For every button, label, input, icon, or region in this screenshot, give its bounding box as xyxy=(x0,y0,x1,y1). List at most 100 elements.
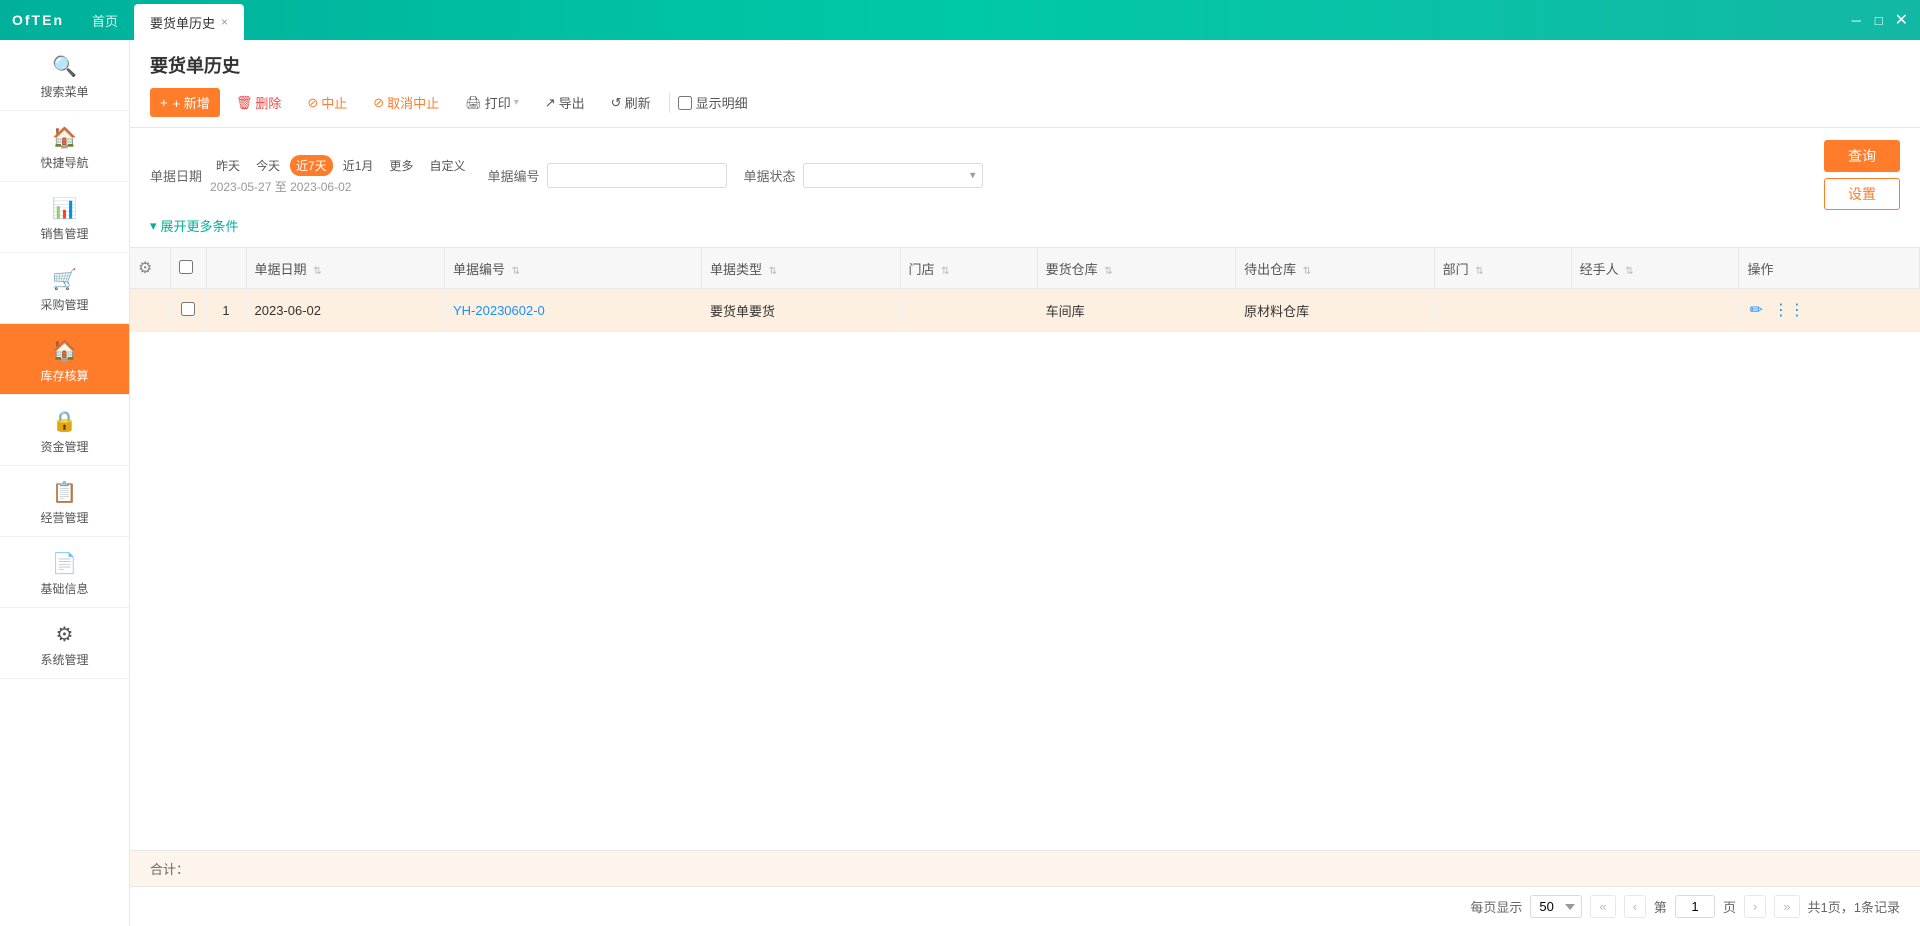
content-area: 要货单历史 + + 新增 🗑 删除 ⊘ 中止 ⊘ 取消中止 xyxy=(130,40,1920,926)
total-records-text: 共1页，1条记录 xyxy=(1808,897,1900,916)
quick-nav-icon: 🏠 xyxy=(52,125,77,150)
main-layout: 🔍 搜索菜单 🏠 快捷导航 📊 销售管理 🛒 采购管理 🏠 库存核算 🔒 资金管… xyxy=(0,40,1920,926)
th-doc-type: 单据类型 ⇅ xyxy=(702,248,901,289)
last-page-button[interactable]: » xyxy=(1774,895,1799,918)
sort-icon-doc-date[interactable]: ⇅ xyxy=(313,266,321,277)
sidebar-item-quick-nav[interactable]: 🏠 快捷导航 xyxy=(0,111,129,182)
table-header: ⚙ 单据日期 ⇅ 单据编号 ⇅ xyxy=(130,248,1920,289)
refresh-icon: ↺ xyxy=(611,95,622,111)
filter-doc-no-input[interactable] xyxy=(547,163,727,188)
sidebar-item-finance-mgmt[interactable]: 🔒 资金管理 xyxy=(0,395,129,466)
expand-icon: ▾ xyxy=(150,218,157,234)
row-checkbox[interactable] xyxy=(181,302,195,316)
select-all-checkbox[interactable] xyxy=(179,260,193,274)
filter-row: 单据日期 昨天 今天 近7天 近1月 更多 自定义 2023-05-27 至 2… xyxy=(150,140,1900,210)
delete-button[interactable]: 🗑 删除 xyxy=(226,88,292,117)
brand-logo: OfTEn xyxy=(0,12,76,28)
date-shortcuts-container: 昨天 今天 近7天 近1月 更多 自定义 2023-05-27 至 2023-0… xyxy=(210,155,471,195)
top-tabs: 首页 要货单历史 × xyxy=(76,0,244,40)
page-number-input[interactable] xyxy=(1675,895,1715,918)
first-page-button[interactable]: « xyxy=(1590,895,1615,918)
print-button[interactable]: 🖨 打印 ▾ xyxy=(455,88,529,117)
page-title: 要货单历史 xyxy=(150,52,1900,78)
sidebar-item-sales-mgmt[interactable]: 📊 销售管理 xyxy=(0,182,129,253)
sidebar-item-system-mgmt[interactable]: ⚙ 系统管理 xyxy=(0,608,129,679)
sort-icon-doc-type[interactable]: ⇅ xyxy=(769,266,777,277)
new-button[interactable]: + + 新增 xyxy=(150,88,220,117)
th-handler: 经手人 ⇅ xyxy=(1571,248,1739,289)
show-detail-toggle[interactable]: 显示明细 xyxy=(678,93,748,112)
sort-icon-pending-warehouse[interactable]: ⇅ xyxy=(1303,266,1311,277)
td-row-ops: ✏ ⋮⋮ xyxy=(1739,289,1920,332)
query-button[interactable]: 查询 xyxy=(1824,140,1900,172)
stop-button[interactable]: ⊘ 中止 xyxy=(297,88,357,117)
filter-group-doc-status: 单据状态 xyxy=(743,163,983,188)
prev-page-button[interactable]: ‹ xyxy=(1624,895,1646,918)
minimize-icon[interactable]: － xyxy=(1850,11,1863,30)
sort-icon-req-warehouse[interactable]: ⇅ xyxy=(1104,266,1112,277)
filter-actions: 查询 设置 xyxy=(1824,140,1900,210)
th-operations: 操作 xyxy=(1739,248,1920,289)
sort-icon-department[interactable]: ⇅ xyxy=(1475,266,1483,277)
table-area: ⚙ 单据日期 ⇅ 单据编号 ⇅ xyxy=(130,248,1920,850)
filter-date-label: 单据日期 xyxy=(150,166,202,185)
doc-no-link[interactable]: YH-20230602-0 xyxy=(453,303,545,318)
page-unit-label: 页 xyxy=(1723,897,1736,916)
sidebar-label-quick-nav: 快捷导航 xyxy=(40,154,88,171)
td-row-index: 1 xyxy=(206,289,246,332)
filter-group-date: 单据日期 昨天 今天 近7天 近1月 更多 自定义 2023-05-27 至 2… xyxy=(150,155,471,195)
next-page-button[interactable]: › xyxy=(1744,895,1766,918)
page-size-select[interactable]: 50 20 100 200 xyxy=(1530,895,1582,918)
tab-purchase-order-history[interactable]: 要货单历史 × xyxy=(134,4,244,40)
th-settings: ⚙ xyxy=(130,248,170,289)
td-store xyxy=(900,289,1037,332)
sidebar-item-basic-info[interactable]: 📄 基础信息 xyxy=(0,537,129,608)
date-shortcut-custom[interactable]: 自定义 xyxy=(423,155,471,176)
th-checkbox xyxy=(170,248,206,289)
table-row: 1 2023-06-02 YH-20230602-0 要货单要货 车间库 原材料… xyxy=(130,289,1920,332)
expand-more-btn[interactable]: ▾ 展开更多条件 xyxy=(150,216,1900,235)
show-detail-checkbox[interactable] xyxy=(678,96,692,110)
close-icon[interactable]: ✕ xyxy=(1895,10,1908,30)
td-doc-no: YH-20230602-0 xyxy=(445,289,702,332)
table-footer: 合计： xyxy=(130,850,1920,886)
column-settings-gear-icon[interactable]: ⚙ xyxy=(138,260,152,277)
tab-home[interactable]: 首页 xyxy=(76,0,134,40)
pagination-bar: 每页显示 50 20 100 200 « ‹ 第 页 › » 共1页，1条记录 xyxy=(130,886,1920,926)
td-req-warehouse: 车间库 xyxy=(1037,289,1236,332)
cancel-stop-icon: ⊘ xyxy=(373,95,384,111)
row-edit-button[interactable]: ✏ xyxy=(1747,298,1764,322)
date-shortcut-yesterday[interactable]: 昨天 xyxy=(210,155,246,176)
maximize-icon[interactable]: □ xyxy=(1875,13,1883,28)
sidebar-item-search-menu[interactable]: 🔍 搜索菜单 xyxy=(0,40,129,111)
td-handler xyxy=(1571,289,1739,332)
date-shortcut-today[interactable]: 今天 xyxy=(250,155,286,176)
table-body: 1 2023-06-02 YH-20230602-0 要货单要货 车间库 原材料… xyxy=(130,289,1920,332)
page-header: 要货单历史 + + 新增 🗑 删除 ⊘ 中止 ⊘ 取消中止 xyxy=(130,40,1920,128)
table-header-row: ⚙ 单据日期 ⇅ 单据编号 ⇅ xyxy=(130,248,1920,289)
sidebar-label-system-mgmt: 系统管理 xyxy=(40,651,88,668)
filter-status-select[interactable] xyxy=(803,163,983,188)
export-button[interactable]: ↗ 导出 xyxy=(535,88,595,117)
sort-icon-store[interactable]: ⇅ xyxy=(941,266,949,277)
sidebar-item-inventory[interactable]: 🏠 库存核算 xyxy=(0,324,129,395)
delete-icon: 🗑 xyxy=(236,95,253,111)
filter-doc-no-label: 单据编号 xyxy=(487,166,539,185)
sidebar-label-finance-mgmt: 资金管理 xyxy=(40,438,88,455)
date-shortcut-7days[interactable]: 近7天 xyxy=(290,155,333,176)
inventory-icon: 🏠 xyxy=(52,338,77,363)
settings-button[interactable]: 设置 xyxy=(1824,178,1900,210)
sort-icon-doc-no[interactable]: ⇅ xyxy=(512,266,520,277)
sidebar-item-operations-mgmt[interactable]: 📋 经营管理 xyxy=(0,466,129,537)
sidebar-label-inventory: 库存核算 xyxy=(40,367,88,384)
close-tab-icon[interactable]: × xyxy=(221,15,228,29)
page-size-label: 每页显示 xyxy=(1470,897,1522,916)
sidebar-label-basic-info: 基础信息 xyxy=(40,580,88,597)
cancel-stop-button[interactable]: ⊘ 取消中止 xyxy=(363,88,449,117)
refresh-button[interactable]: ↺ 刷新 xyxy=(601,88,661,117)
date-shortcut-1month[interactable]: 近1月 xyxy=(337,155,380,176)
sort-icon-handler[interactable]: ⇅ xyxy=(1625,266,1633,277)
sidebar-item-purchase-mgmt[interactable]: 🛒 采购管理 xyxy=(0,253,129,324)
date-shortcut-more[interactable]: 更多 xyxy=(383,155,419,176)
row-more-button[interactable]: ⋮⋮ xyxy=(1771,298,1807,322)
